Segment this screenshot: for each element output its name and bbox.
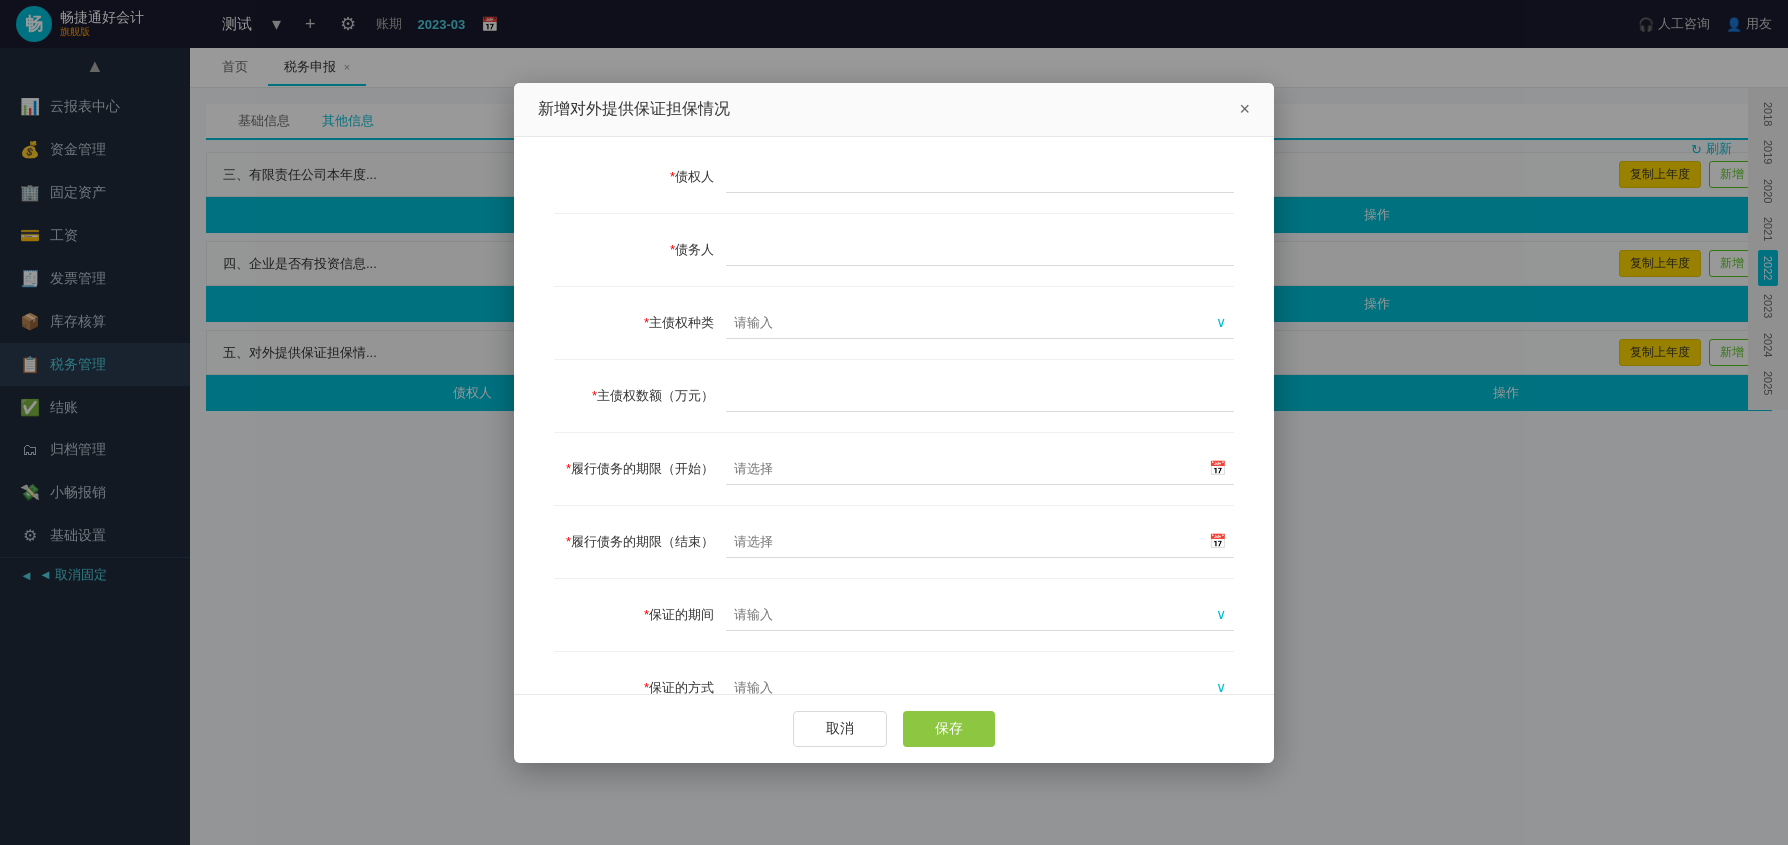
form-row-debt-amount: *主债权数额（万元）: [554, 380, 1234, 412]
save-button[interactable]: 保存: [903, 711, 995, 747]
form-row-creditor: *债权人: [554, 161, 1234, 193]
period-end-input[interactable]: [726, 530, 1209, 553]
divider-6: [554, 578, 1234, 579]
modal-header: 新增对外提供保证担保情况 ×: [514, 83, 1274, 137]
modal-title: 新增对外提供保证担保情况: [538, 99, 730, 120]
guarantee-period-input[interactable]: [726, 603, 1216, 626]
period-start-cal-icon[interactable]: 📅: [1209, 460, 1234, 476]
modal-overlay: 新增对外提供保证担保情况 × *债权人 *债务人: [0, 0, 1788, 845]
creditor-input[interactable]: [726, 161, 1234, 193]
period-start-wrapper: 📅: [726, 453, 1234, 485]
divider-5: [554, 505, 1234, 506]
modal-footer: 取消 保存: [514, 694, 1274, 763]
debtor-label: *债务人: [554, 241, 714, 259]
divider-3: [554, 359, 1234, 360]
period-end-label: *履行债务的期限（结束）: [554, 533, 714, 551]
period-end-wrapper: 📅: [726, 526, 1234, 558]
creditor-label: *债权人: [554, 168, 714, 186]
form-row-period-end: *履行债务的期限（结束） 📅: [554, 526, 1234, 558]
modal: 新增对外提供保证担保情况 × *债权人 *债务人: [514, 83, 1274, 763]
form-row-period-start: *履行债务的期限（开始） 📅: [554, 453, 1234, 485]
debtor-input[interactable]: [726, 234, 1234, 266]
guarantee-method-label: *保证的方式: [554, 679, 714, 694]
period-start-label: *履行债务的期限（开始）: [554, 460, 714, 478]
divider-2: [554, 286, 1234, 287]
form-row-debtor: *债务人: [554, 234, 1234, 266]
guarantee-method-dropdown-icon[interactable]: ∨: [1216, 679, 1234, 694]
modal-body: *债权人 *债务人 *主债权种类 ∨: [514, 137, 1274, 694]
modal-close-button[interactable]: ×: [1239, 99, 1250, 120]
guarantee-period-wrapper: ∨: [726, 599, 1234, 631]
guarantee-method-wrapper: ∨: [726, 672, 1234, 694]
debt-amount-input[interactable]: [726, 380, 1234, 412]
guarantee-period-label: *保证的期间: [554, 606, 714, 624]
debt-type-dropdown-icon[interactable]: ∨: [1216, 314, 1234, 330]
debt-type-label: *主债权种类: [554, 314, 714, 332]
form-row-guarantee-method: *保证的方式 ∨: [554, 672, 1234, 694]
cancel-button[interactable]: 取消: [793, 711, 887, 747]
guarantee-period-dropdown-icon[interactable]: ∨: [1216, 606, 1234, 622]
form-row-guarantee-period: *保证的期间 ∨: [554, 599, 1234, 631]
form-row-debt-type: *主债权种类 ∨: [554, 307, 1234, 339]
debt-type-input[interactable]: [726, 311, 1216, 334]
debt-type-select-wrapper: ∨: [726, 307, 1234, 339]
period-end-cal-icon[interactable]: 📅: [1209, 533, 1234, 549]
divider-1: [554, 213, 1234, 214]
period-start-input[interactable]: [726, 457, 1209, 480]
debt-amount-label: *主债权数额（万元）: [554, 387, 714, 405]
divider-4: [554, 432, 1234, 433]
divider-7: [554, 651, 1234, 652]
guarantee-method-input[interactable]: [726, 676, 1216, 694]
